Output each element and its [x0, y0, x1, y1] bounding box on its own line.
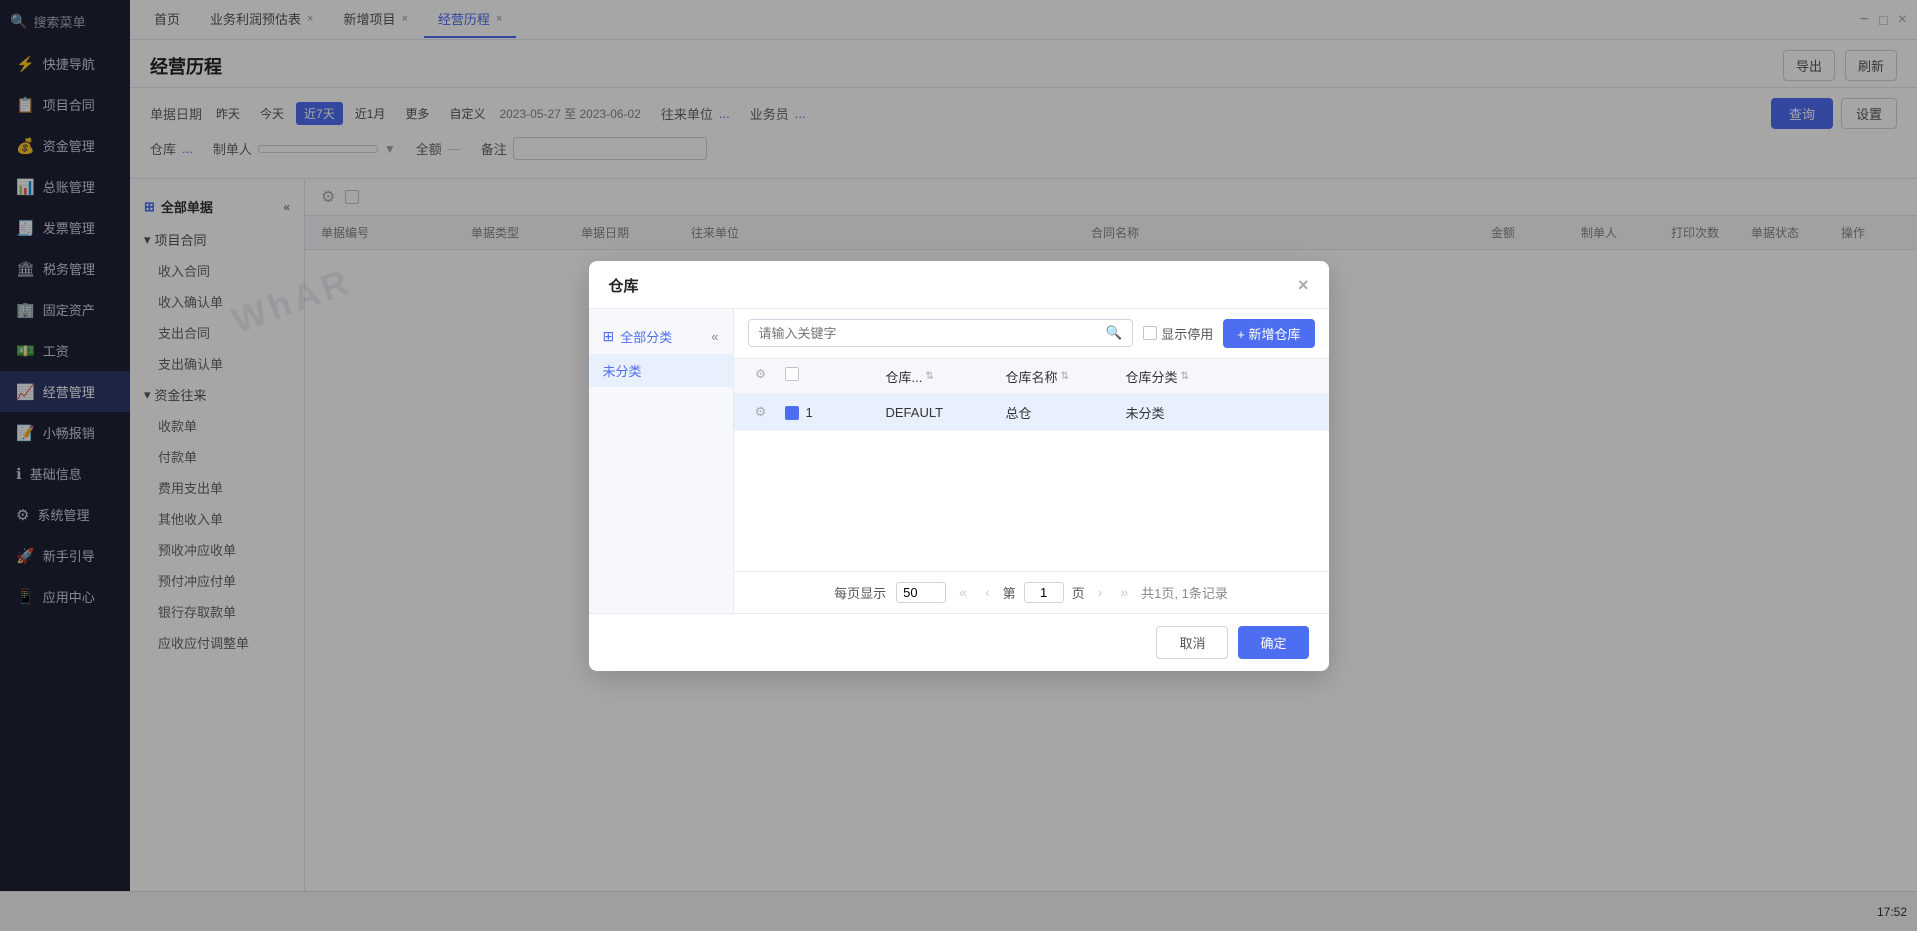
modal-first-page-btn[interactable]: « [954, 582, 972, 602]
modal-overlay: 仓库 × ⊞ 全部分类 « 未分类 [0, 0, 1917, 931]
modal-prev-page-btn[interactable]: ‹ [980, 582, 995, 602]
modal-pagination: 每页显示 10 20 50 100 « ‹ 第 页 › » 共1页, 1条记录 [734, 571, 1329, 613]
modal-content: 🔍 显示停用 + 新增仓库 ⚙ [734, 309, 1329, 613]
modal-page-size-label: 每页显示 [834, 583, 886, 602]
header-checkbox[interactable] [785, 367, 799, 381]
modal-search-input[interactable] [749, 321, 1096, 346]
table-row[interactable]: ⚙ 1 DEFAULT 总仓 未分类 [734, 395, 1329, 431]
modal-sidebar-toggle[interactable]: « [711, 329, 718, 344]
col-gear: ⚙ [744, 367, 778, 386]
row-checkbox[interactable] [778, 404, 806, 420]
col-header-category[interactable]: 仓库分类 ⇅ [1126, 367, 1319, 386]
modal-page-size-select[interactable]: 10 20 50 100 [896, 582, 946, 603]
row-category: 未分类 [1126, 403, 1319, 422]
modal-toolbar: 🔍 显示停用 + 新增仓库 [734, 309, 1329, 359]
modal-sidebar-all-label: 全部分类 [620, 327, 672, 346]
cancel-button[interactable]: 取消 [1156, 626, 1228, 659]
sort-arrow-code: ⇅ [925, 371, 933, 382]
modal-sidebar-item-uncategorized[interactable]: 未分类 [589, 354, 733, 387]
modal-table-header: ⚙ 仓库... ⇅ 仓库名称 ⇅ [734, 359, 1329, 395]
row-gear-icon: ⚙ [744, 404, 778, 420]
row-name: 总仓 [1006, 403, 1126, 422]
modal-search-button[interactable]: 🔍 [1096, 320, 1133, 346]
modal-next-page-btn[interactable]: › [1093, 582, 1108, 602]
modal-body: ⊞ 全部分类 « 未分类 🔍 显示停用 [589, 309, 1329, 613]
sort-arrow-category: ⇅ [1181, 371, 1189, 382]
col-header-id [806, 367, 886, 386]
row-code: DEFAULT [886, 405, 1006, 420]
modal-title: 仓库 [609, 275, 639, 296]
show-disabled-label[interactable]: 显示停用 [1143, 324, 1213, 343]
modal-page-total: 共1页, 1条记录 [1141, 583, 1228, 602]
modal-header: 仓库 × [589, 261, 1329, 309]
row-id: 1 [806, 405, 886, 420]
modal-search-box: 🔍 [748, 319, 1134, 347]
sort-arrow-name: ⇅ [1061, 371, 1069, 382]
row-checkbox-checked[interactable] [785, 406, 799, 420]
modal-sidebar: ⊞ 全部分类 « 未分类 [589, 309, 734, 613]
modal-close-icon[interactable]: × [1298, 275, 1309, 296]
modal-warehouse: 仓库 × ⊞ 全部分类 « 未分类 [589, 261, 1329, 671]
show-disabled-checkbox[interactable] [1143, 326, 1157, 340]
modal-last-page-btn[interactable]: » [1115, 582, 1133, 602]
modal-sidebar-header[interactable]: ⊞ 全部分类 « [589, 319, 733, 354]
modal-page-suffix: 页 [1072, 583, 1085, 602]
confirm-button[interactable]: 确定 [1238, 626, 1308, 659]
add-warehouse-button[interactable]: + 新增仓库 [1223, 319, 1314, 348]
modal-page-input[interactable] [1024, 582, 1064, 603]
modal-page-prefix: 第 [1003, 583, 1016, 602]
col-header-code[interactable]: 仓库... ⇅ [886, 367, 1006, 386]
modal-footer: 取消 确定 [589, 613, 1329, 671]
col-check [778, 367, 806, 386]
col-header-name[interactable]: 仓库名称 ⇅ [1006, 367, 1126, 386]
modal-table: ⚙ 仓库... ⇅ 仓库名称 ⇅ [734, 359, 1329, 571]
all-category-icon: ⊞ [603, 328, 615, 345]
